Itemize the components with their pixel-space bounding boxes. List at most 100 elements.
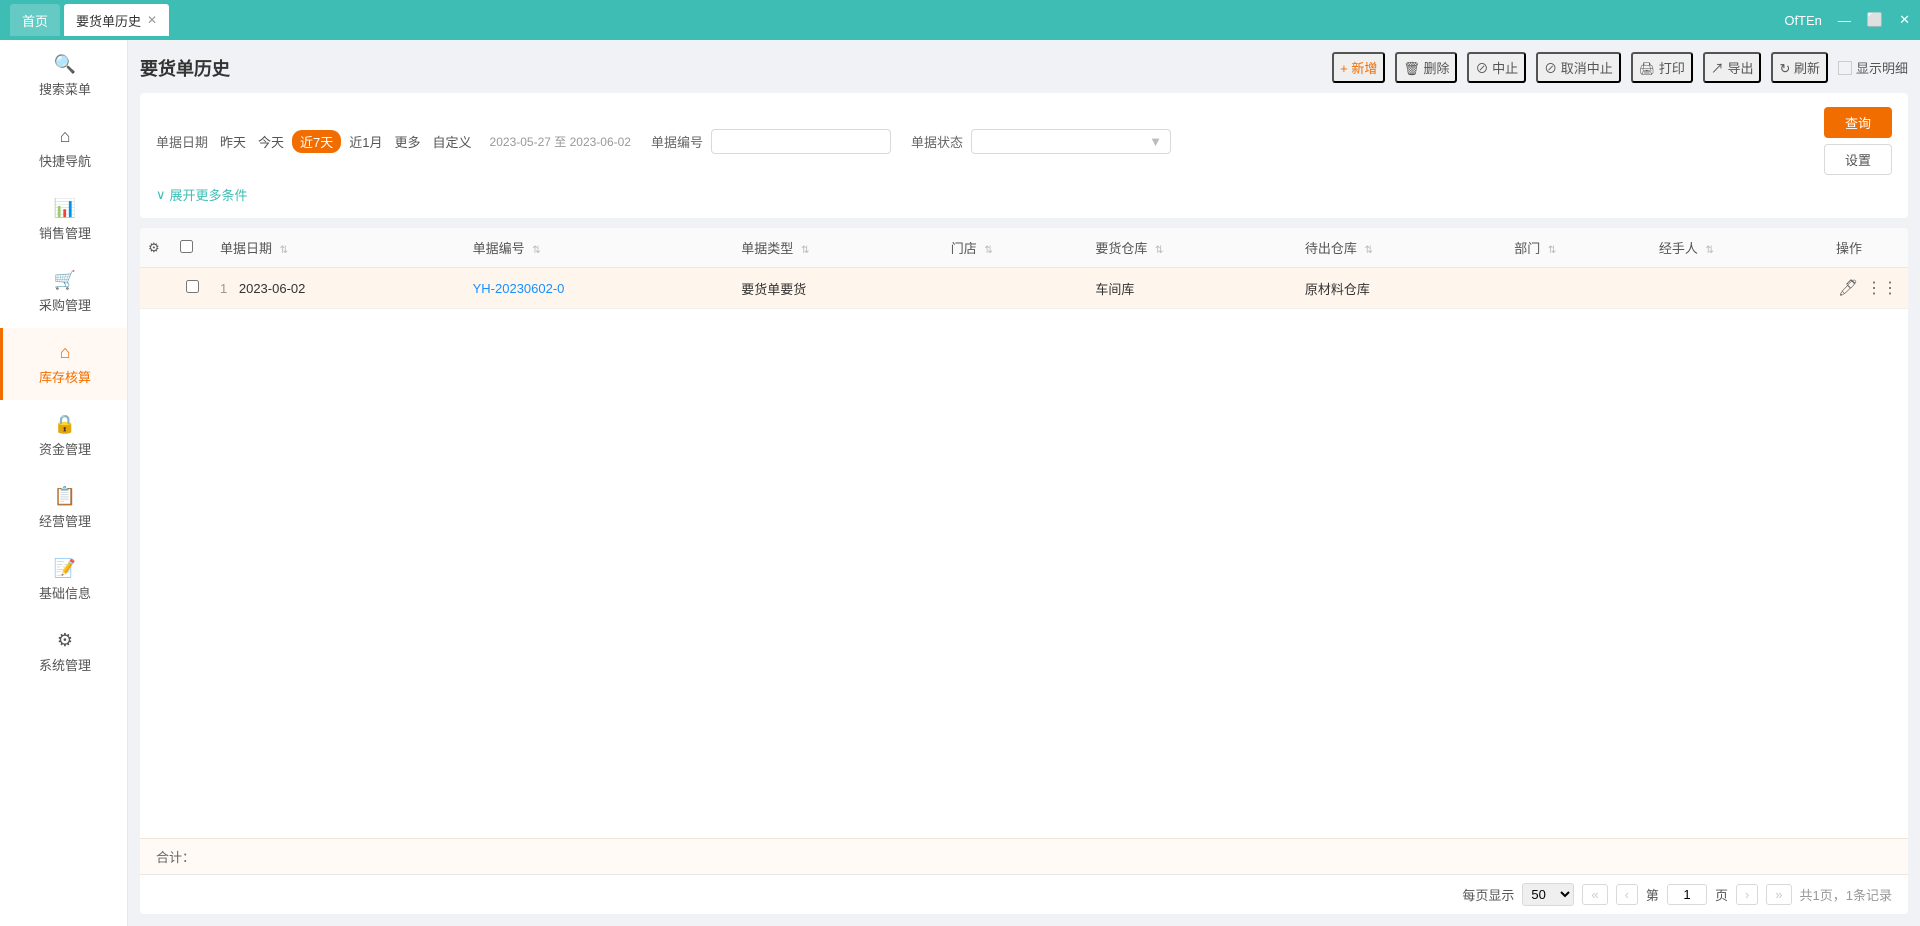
inventory-icon: ⌂ <box>60 342 71 363</box>
col-pending-warehouse-label: 待出仓库 <box>1305 241 1357 256</box>
refresh-button[interactable]: ↻ 刷新 <box>1771 52 1828 83</box>
page-input[interactable] <box>1667 884 1707 905</box>
expand-button[interactable]: ∨ 展开更多条件 <box>156 185 1892 204</box>
col-date-sort-icon[interactable]: ⇅ <box>280 245 288 256</box>
main-layout: 🔍 搜索菜单 ⌂ 快捷导航 📊 销售管理 🛒 采购管理 ⌂ 库存核算 🔒 资金管… <box>0 40 1920 926</box>
cancel-stop-button[interactable]: ⊘ 取消中止 <box>1536 52 1621 83</box>
sidebar-item-inventory[interactable]: ⌂ 库存核算 <box>0 328 127 400</box>
sidebar-item-sales[interactable]: 📊 销售管理 <box>0 184 127 256</box>
shortcut-more[interactable]: 更多 <box>391 130 425 153</box>
page-size-label: 每页显示 <box>1462 885 1514 904</box>
data-table: ⚙ 单据日期 ⇅ 单据编号 ⇅ <box>140 228 1908 309</box>
delete-button[interactable]: 🗑 删除 <box>1395 52 1457 83</box>
date-field: 单据日期 昨天 今天 近7天 近1月 更多 自定义 2023-05-27 至 2… <box>156 130 631 153</box>
status-dropdown-icon[interactable]: ▼ <box>1149 134 1162 149</box>
new-button[interactable]: + 新增 <box>1332 52 1385 83</box>
sidebar-item-search-menu[interactable]: 🔍 搜索菜单 <box>0 40 127 112</box>
row-checkbox[interactable] <box>186 280 199 293</box>
print-button[interactable]: 🖨 打印 <box>1631 52 1693 83</box>
col-ops-header: 操作 <box>1828 228 1908 268</box>
expand-row: ∨ 展开更多条件 <box>156 185 1892 204</box>
col-pending-warehouse-header: 待出仓库 ⇅ <box>1297 228 1506 268</box>
summary-label: 合计： <box>156 850 195 865</box>
col-handler-sort-icon[interactable]: ⇅ <box>1706 245 1714 256</box>
next-page-button[interactable]: › <box>1736 884 1758 905</box>
col-dept-header: 部门 ⇅ <box>1506 228 1651 268</box>
col-dept-sort-icon[interactable]: ⇅ <box>1548 245 1556 256</box>
row-num: 1 <box>220 281 227 296</box>
display-detail-toggle[interactable]: 显示明细 <box>1838 58 1908 77</box>
sidebar-item-finance[interactable]: 🔒 资金管理 <box>0 400 127 472</box>
shortcut-7days[interactable]: 近7天 <box>292 130 341 153</box>
bill-number-input[interactable] <box>711 129 891 154</box>
expand-chevron-icon: ∨ <box>156 187 166 203</box>
col-bill-no-sort-icon[interactable]: ⇅ <box>532 245 540 256</box>
sidebar-item-system[interactable]: ⚙ 系统管理 <box>0 616 127 688</box>
maximize-icon[interactable]: ⬜ <box>1867 12 1883 28</box>
tab-close-icon[interactable]: ✕ <box>147 13 157 27</box>
col-req-warehouse-sort-icon[interactable]: ⇅ <box>1155 245 1163 256</box>
col-bill-type-label: 单据类型 <box>741 241 793 256</box>
col-dept-label: 部门 <box>1514 241 1540 256</box>
close-icon[interactable]: ✕ <box>1899 12 1910 28</box>
date-range-text: 2023-05-27 至 2023-06-02 <box>490 133 631 150</box>
stop-button[interactable]: ⊘ 中止 <box>1467 52 1526 83</box>
col-bill-type-sort-icon[interactable]: ⇅ <box>801 245 809 256</box>
row-settings-cell <box>140 268 172 309</box>
table-body: 1 2023-06-02 YH-20230602-0 要货单要货 <box>140 268 1908 309</box>
total-info: 共1页，1条记录 <box>1800 885 1892 904</box>
prev-page-button[interactable]: ‹ <box>1616 884 1638 905</box>
shortcut-yesterday[interactable]: 昨天 <box>216 130 250 153</box>
col-pending-warehouse-sort-icon[interactable]: ⇅ <box>1364 245 1372 256</box>
sidebar-label-system: 系统管理 <box>39 655 91 674</box>
col-store-sort-icon[interactable]: ⇅ <box>984 245 992 256</box>
page-suffix: 页 <box>1715 885 1728 904</box>
page-size-select[interactable]: 10 20 50 100 <box>1522 883 1574 906</box>
sidebar-item-basic-info[interactable]: 📝 基础信息 <box>0 544 127 616</box>
pagination-bar: 每页显示 10 20 50 100 « ‹ 第 页 › » 共1页，1条记录 <box>140 874 1908 914</box>
display-detail-checkbox[interactable] <box>1838 61 1852 75</box>
row-checkbox-cell <box>172 268 212 309</box>
date-label: 单据日期 <box>156 132 208 151</box>
sidebar-item-purchase[interactable]: 🛒 采购管理 <box>0 256 127 328</box>
page-title: 要货单历史 <box>140 55 230 81</box>
status-label: 单据状态 <box>911 132 963 151</box>
query-row-main: 单据日期 昨天 今天 近7天 近1月 更多 自定义 2023-05-27 至 2… <box>156 107 1892 175</box>
col-date-label: 单据日期 <box>220 241 272 256</box>
shortcut-today[interactable]: 今天 <box>254 130 288 153</box>
col-checkbox-header <box>172 228 212 268</box>
minimize-icon[interactable]: — <box>1838 13 1851 28</box>
col-store-label: 门店 <box>951 241 977 256</box>
bill-number-label: 单据编号 <box>651 132 703 151</box>
table-header: ⚙ 单据日期 ⇅ 单据编号 ⇅ <box>140 228 1908 268</box>
shortcut-1month[interactable]: 近1月 <box>345 130 386 153</box>
row-pending-warehouse: 原材料仓库 <box>1305 282 1370 297</box>
export-button[interactable]: ↗ 导出 <box>1703 52 1762 83</box>
shortcut-custom[interactable]: 自定义 <box>429 130 476 153</box>
status-select-wrapper: ▼ <box>971 129 1171 154</box>
last-page-button[interactable]: » <box>1766 884 1791 905</box>
row-edit-icon[interactable]: 🖊 <box>1838 280 1858 297</box>
sidebar-item-quick-nav[interactable]: ⌂ 快捷导航 <box>0 112 127 184</box>
quick-nav-icon: ⌂ <box>60 126 71 147</box>
row-bill-type-cell: 要货单要货 <box>733 268 942 309</box>
table-scroll: ⚙ 单据日期 ⇅ 单据编号 ⇅ <box>140 228 1908 838</box>
first-page-button[interactable]: « <box>1582 884 1607 905</box>
row-bill-type: 要货单要货 <box>741 282 806 297</box>
sidebar-label-search-menu: 搜索菜单 <box>39 79 91 98</box>
select-all-checkbox[interactable] <box>180 240 193 253</box>
sidebar-item-operations[interactable]: 📋 经营管理 <box>0 472 127 544</box>
row-bill-no-cell: YH-20230602-0 <box>465 268 734 309</box>
col-bill-type-header: 单据类型 ⇅ <box>733 228 942 268</box>
table-row: 1 2023-06-02 YH-20230602-0 要货单要货 <box>140 268 1908 309</box>
bill-history-tab-label: 要货单历史 <box>76 11 141 30</box>
col-settings[interactable]: ⚙ <box>140 228 172 268</box>
tab-home[interactable]: 首页 <box>10 4 60 36</box>
row-more-icon[interactable]: ⋮⋮ <box>1866 280 1898 297</box>
col-store-header: 门店 ⇅ <box>943 228 1088 268</box>
query-button[interactable]: 查询 <box>1824 107 1892 138</box>
col-bill-no-label: 单据编号 <box>473 241 525 256</box>
row-bill-no-link[interactable]: YH-20230602-0 <box>473 281 565 296</box>
tab-bill-history[interactable]: 要货单历史 ✕ <box>64 4 169 36</box>
settings-button[interactable]: 设置 <box>1824 144 1892 175</box>
